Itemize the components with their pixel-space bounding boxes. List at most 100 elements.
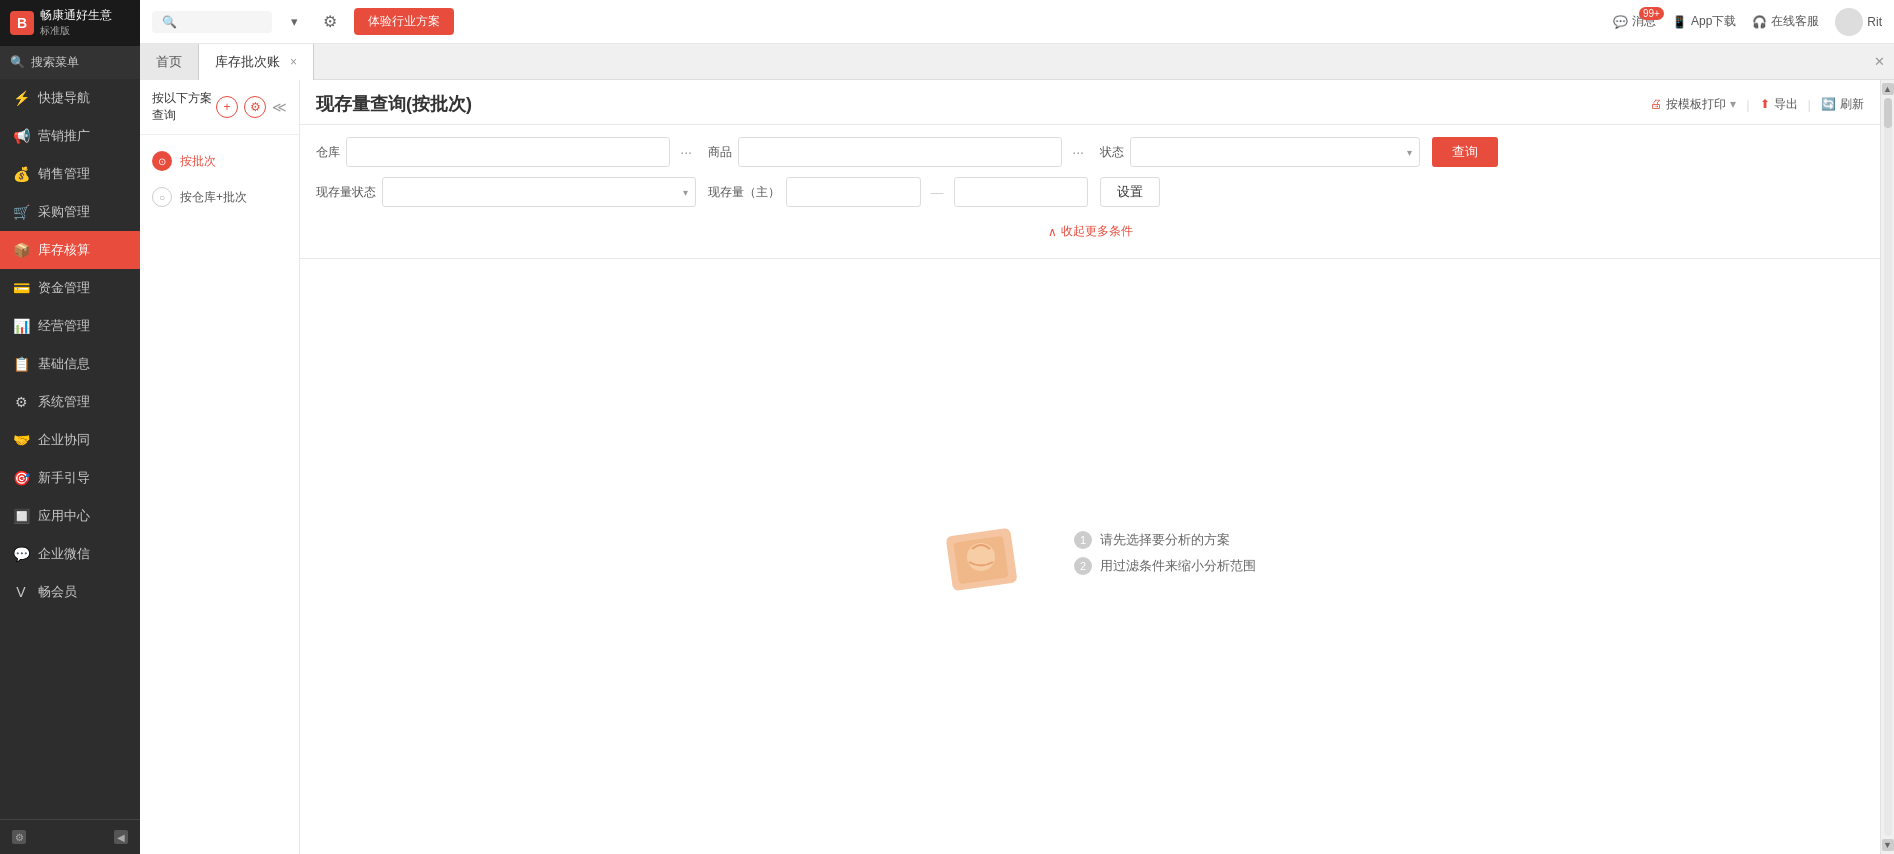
sidebar-item-采购管理[interactable]: 🛒 采购管理 bbox=[0, 193, 140, 231]
topbar-search-area: 🔍 bbox=[152, 11, 272, 33]
tab-label: 库存批次账 bbox=[215, 53, 280, 71]
product-input[interactable] bbox=[738, 137, 1062, 167]
sidebar-header: B 畅康通好生意 标准版 bbox=[0, 0, 140, 46]
print-dropdown-icon[interactable]: ▾ bbox=[1730, 97, 1736, 111]
avatar bbox=[1835, 8, 1863, 36]
inventory-amount-max[interactable] bbox=[954, 177, 1089, 207]
inventory-status-select[interactable] bbox=[382, 177, 696, 207]
nav-icon: 🔲 bbox=[12, 507, 30, 525]
step1-num: 1 bbox=[1074, 531, 1092, 549]
collapse-arrow-icon: ∧ bbox=[1048, 225, 1057, 239]
message-badge: 99+ bbox=[1639, 7, 1664, 20]
status-select[interactable] bbox=[1130, 137, 1420, 167]
page-title: 现存量查询(按批次) bbox=[316, 92, 472, 116]
export-button[interactable]: ⬆ 导出 bbox=[1760, 96, 1798, 113]
sidebar-item-企业协同[interactable]: 🤝企业协同 bbox=[0, 421, 140, 459]
nav-label: 企业协同 bbox=[38, 431, 90, 449]
filter-items: ⊙按批次○按仓库+批次 bbox=[140, 135, 299, 854]
warehouse-input[interactable] bbox=[346, 137, 670, 167]
tab-close-icon[interactable]: × bbox=[290, 55, 297, 69]
page-body: 按以下方案查询 + ⚙ ≪ ⊙按批次○按仓库+批次 现存量查询(按批次) 🖨 按… bbox=[140, 80, 1894, 854]
nav-icon: 💰 bbox=[12, 165, 30, 183]
nav-icon: V bbox=[12, 583, 30, 601]
sidebar-item-销售管理[interactable]: 💰销售管理 bbox=[0, 155, 140, 193]
search-icon: 🔍 bbox=[10, 55, 25, 69]
filter-panel: 按以下方案查询 + ⚙ ≪ ⊙按批次○按仓库+批次 bbox=[140, 80, 300, 854]
sidebar-item-经营管理[interactable]: 📊经营管理 bbox=[0, 307, 140, 345]
topbar-actions: 💬 消息 99+ 📱 App下载 🎧 在线客服 Rit bbox=[1613, 8, 1882, 36]
sidebar-item-应用中心[interactable]: 🔲应用中心 bbox=[0, 497, 140, 535]
nav-label: 资金管理 bbox=[38, 279, 90, 297]
nav-icon: 📦 bbox=[12, 241, 30, 259]
print-button[interactable]: 🖨 按模板打印 ▾ bbox=[1650, 96, 1736, 113]
filter-form: 仓库 ··· 商品 ··· 状态 ▾ bbox=[300, 125, 1880, 259]
nav-label: 库存核算 bbox=[38, 241, 90, 259]
plan-settings-icon[interactable]: ⚙ bbox=[244, 96, 266, 118]
page-header: 现存量查询(按批次) 🖨 按模板打印 ▾ | ⬆ 导出 | 🔄 bbox=[300, 80, 1880, 125]
add-plan-icon[interactable]: + bbox=[216, 96, 238, 118]
username: Rit bbox=[1867, 15, 1882, 29]
filter-plan-item-1[interactable]: ○按仓库+批次 bbox=[140, 179, 299, 215]
nav-label: 新手引导 bbox=[38, 469, 90, 487]
online-support-label: 在线客服 bbox=[1771, 13, 1819, 30]
app-download-label: App下载 bbox=[1691, 13, 1736, 30]
sidebar-item-新手引导[interactable]: 🎯新手引导 bbox=[0, 459, 140, 497]
topbar: 🔍 ▾ ⚙ 体验行业方案 💬 消息 99+ 📱 App下载 🎧 在线客服 Rit bbox=[140, 0, 1894, 44]
export-label: 导出 bbox=[1774, 96, 1798, 113]
empty-state: 1 请先选择要分析的方案 2 用过滤条件来缩小分析范围 bbox=[300, 259, 1880, 854]
sidebar-item-基础信息[interactable]: 📋基础信息 bbox=[0, 345, 140, 383]
filter-panel-title: 按以下方案查询 bbox=[152, 90, 216, 124]
online-support-button[interactable]: 🎧 在线客服 bbox=[1752, 13, 1819, 30]
settings-icon[interactable]: ⚙ bbox=[12, 830, 26, 844]
scrollbar-track bbox=[1884, 98, 1892, 836]
sidebar-item-快捷导航[interactable]: ⚡快捷导航 bbox=[0, 79, 140, 117]
nav-label: 企业微信 bbox=[38, 545, 90, 563]
product-dots[interactable]: ··· bbox=[1068, 144, 1088, 160]
headset-icon: 🎧 bbox=[1752, 15, 1767, 29]
tab-home[interactable]: 首页 bbox=[140, 44, 199, 80]
collapse-icon[interactable]: ◀ bbox=[114, 830, 128, 844]
warehouse-dots[interactable]: ··· bbox=[676, 144, 696, 160]
sidebar-item-畅会员[interactable]: V畅会员 bbox=[0, 573, 140, 611]
filter-plan-item-0[interactable]: ⊙按批次 bbox=[140, 143, 299, 179]
sidebar-search[interactable]: 🔍 搜索菜单 bbox=[0, 46, 140, 79]
topbar-search-input[interactable] bbox=[181, 15, 261, 29]
print-icon: 🖨 bbox=[1650, 97, 1662, 111]
sidebar-item-资金管理[interactable]: 💳 资金管理 bbox=[0, 269, 140, 307]
close-panel-icon[interactable]: ✕ bbox=[1864, 54, 1894, 69]
inventory-amount-min[interactable] bbox=[786, 177, 921, 207]
tab-inventory-batch[interactable]: 库存批次账 × bbox=[199, 44, 314, 80]
nav-icon: 💳 bbox=[12, 279, 30, 297]
trial-button[interactable]: 体验行业方案 bbox=[354, 8, 454, 35]
scrollbar-down[interactable]: ▼ bbox=[1882, 839, 1894, 851]
messages-button[interactable]: 💬 消息 99+ bbox=[1613, 13, 1656, 30]
nav-icon: ⚙ bbox=[12, 393, 30, 411]
collapse-row[interactable]: ∧ 收起更多条件 bbox=[316, 217, 1864, 246]
sidebar-item-企业微信[interactable]: 💬企业微信 bbox=[0, 535, 140, 573]
nav-icon: ⚡ bbox=[12, 89, 30, 107]
empty-illustration bbox=[924, 497, 1044, 617]
topbar-dropdown-icon[interactable]: ▾ bbox=[282, 10, 306, 34]
sidebar-logo: B bbox=[10, 11, 34, 35]
product-field: 商品 ··· bbox=[708, 137, 1088, 167]
filter-panel-icons: + ⚙ ≪ bbox=[216, 96, 287, 118]
right-scrollbar: ▲ ▼ bbox=[1880, 80, 1894, 854]
user-avatar-area[interactable]: Rit bbox=[1835, 8, 1882, 36]
sidebar-item-库存核算[interactable]: 📦 库存核算 bbox=[0, 231, 140, 269]
settings-button[interactable]: 设置 bbox=[1100, 177, 1160, 207]
step2-num: 2 bbox=[1074, 557, 1092, 575]
scrollbar-up[interactable]: ▲ bbox=[1882, 83, 1894, 95]
filter-panel-collapse-icon[interactable]: ≪ bbox=[272, 99, 287, 115]
query-button[interactable]: 查询 bbox=[1432, 137, 1498, 167]
nav-icon: 🛒 bbox=[12, 203, 30, 221]
main-content: 🔍 ▾ ⚙ 体验行业方案 💬 消息 99+ 📱 App下载 🎧 在线客服 Rit bbox=[140, 0, 1894, 854]
nav-label: 基础信息 bbox=[38, 355, 90, 373]
inventory-amount-field: 现存量（主） — bbox=[708, 177, 1088, 207]
sidebar-item-系统管理[interactable]: ⚙系统管理 bbox=[0, 383, 140, 421]
app-download-button[interactable]: 📱 App下载 bbox=[1672, 13, 1736, 30]
nav-icon: 📊 bbox=[12, 317, 30, 335]
sidebar-item-营销推广[interactable]: 📢营销推广 bbox=[0, 117, 140, 155]
refresh-button[interactable]: 🔄 刷新 bbox=[1821, 96, 1864, 113]
nav-label: 采购管理 bbox=[38, 203, 90, 221]
topbar-settings-icon[interactable]: ⚙ bbox=[316, 8, 344, 36]
